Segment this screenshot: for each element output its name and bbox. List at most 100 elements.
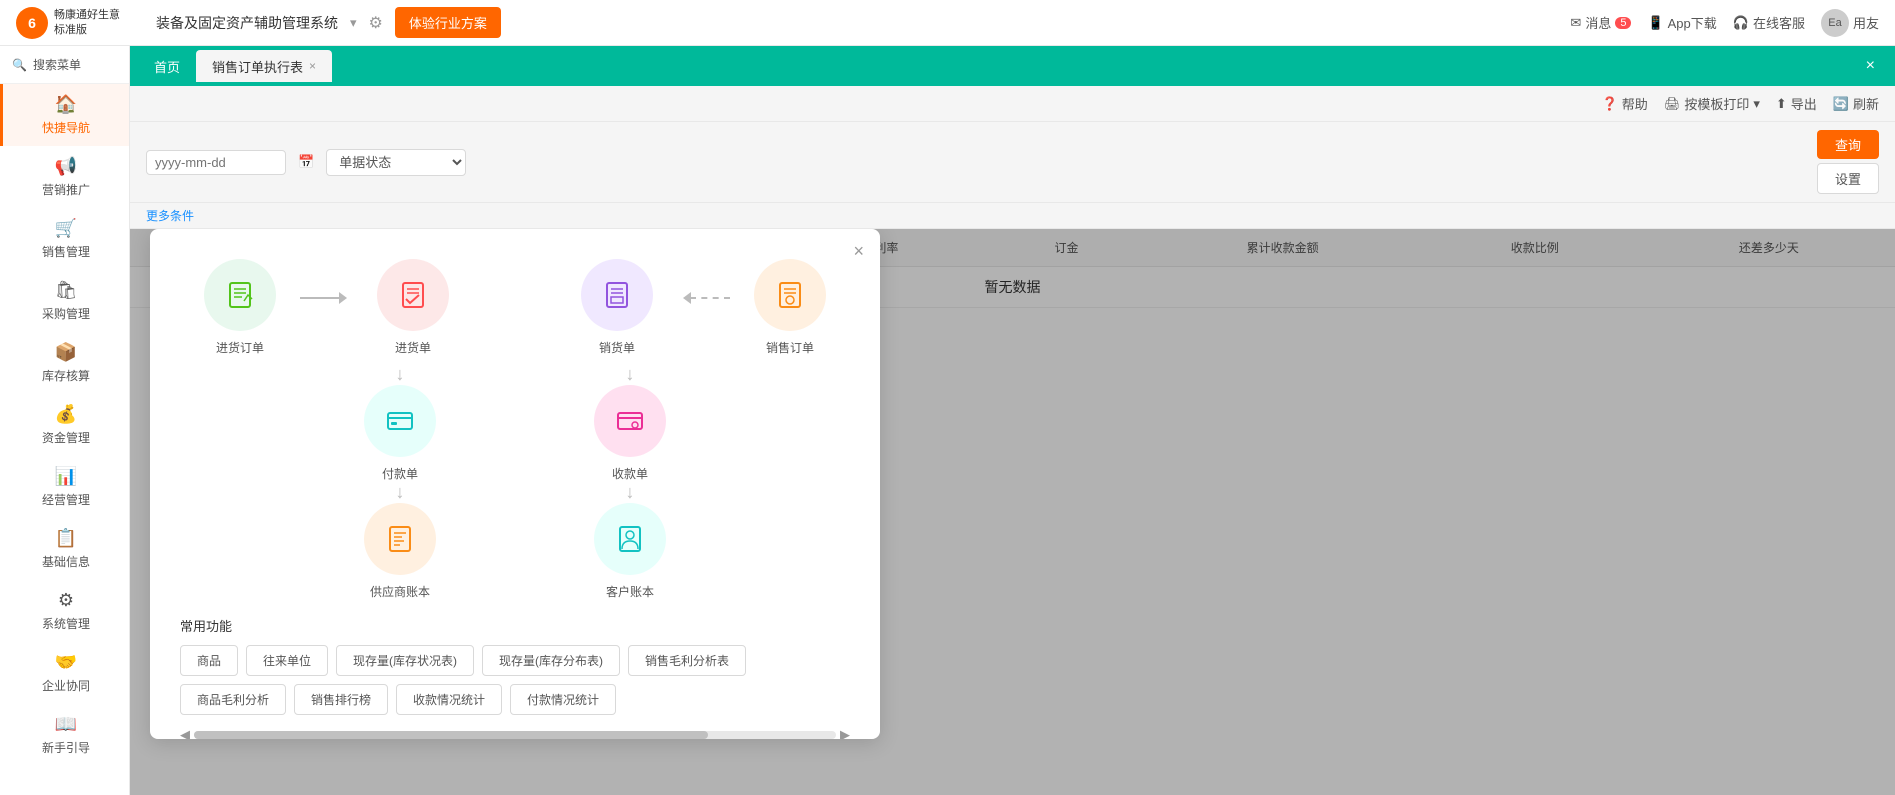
flow-receipt: 收款单 xyxy=(570,385,690,482)
print-button[interactable]: 🖨 按模板打印 ▾ xyxy=(1664,94,1760,113)
help-icon: ❓ xyxy=(1602,96,1618,112)
tab-close-icon[interactable]: × xyxy=(309,59,316,73)
modal-scrollbar[interactable]: ◀ ▶ xyxy=(180,727,850,739)
sales-bill-circle[interactable] xyxy=(581,259,653,331)
scroll-track xyxy=(194,731,836,739)
help-button[interactable]: ❓ 帮助 xyxy=(1602,94,1648,113)
purchase-bill-circle[interactable] xyxy=(377,259,449,331)
query-button[interactable]: 查询 xyxy=(1817,130,1879,159)
spacer3 xyxy=(460,364,570,385)
date-input[interactable] xyxy=(146,150,286,175)
search-bar: 📅 单据状态 查询 设置 xyxy=(130,122,1895,203)
print-icon: 🖨 xyxy=(1664,96,1681,112)
sidebar-item-quick-nav[interactable]: 🏠 快捷导航 xyxy=(0,84,129,146)
arrow-dashed-1 xyxy=(677,292,730,304)
flow-payment: 付款单 xyxy=(340,385,460,482)
scroll-left-icon[interactable]: ◀ xyxy=(180,727,190,739)
s4 xyxy=(690,482,730,503)
sidebar-item-label: 新手引导 xyxy=(42,739,90,756)
sidebar-search[interactable]: 🔍 搜索菜单 xyxy=(0,46,129,84)
common-btn-product[interactable]: 商品 xyxy=(180,645,238,676)
down-arrow-purchase: ↓ xyxy=(340,364,460,385)
export-button[interactable]: ⬆ 导出 xyxy=(1776,94,1817,113)
sidebar-item-label: 库存核算 xyxy=(42,367,90,384)
common-btn-payment-stat[interactable]: 付款情况统计 xyxy=(510,684,616,715)
common-functions-section: 常用功能 商品 往来单位 现存量(库存状况表) 现存量(库存分布表) 销售毛利分… xyxy=(180,616,850,715)
sidebar-item-label: 系统管理 xyxy=(42,615,90,632)
message-badge: 5 xyxy=(1615,17,1631,29)
down-arrow-sales: ↓ xyxy=(570,364,690,385)
sidebar-item-label: 资金管理 xyxy=(42,429,90,446)
flow-supplier-ledger: 供应商账本 xyxy=(340,503,460,600)
app-container: 6 畅康通好生意 标准版 装备及固定资产辅助管理系统 ▾ ⚙ 体验行业方案 ✉ … xyxy=(0,0,1895,795)
sidebar-item-label: 销售管理 xyxy=(42,243,90,260)
sidebar-item-operation[interactable]: 📊 经营管理 xyxy=(0,456,129,518)
tab-home[interactable]: 首页 xyxy=(138,50,196,82)
sidebar-item-base-info[interactable]: 📋 基础信息 xyxy=(0,518,129,580)
sidebar-item-inventory[interactable]: 📦 库存核算 xyxy=(0,332,129,394)
phone-icon: 📱 xyxy=(1647,15,1663,31)
sidebar-item-purchase[interactable]: 🛍 采购管理 xyxy=(0,270,129,332)
common-functions-title: 常用功能 xyxy=(180,616,850,635)
operation-icon: 📊 xyxy=(55,466,77,487)
common-btn-receipt-stat[interactable]: 收款情况统计 xyxy=(396,684,502,715)
page-toolbar: ❓ 帮助 🖨 按模板打印 ▾ ⬆ 导出 🔄 xyxy=(130,86,1895,122)
sidebar-items: 🏠 快捷导航 📢 营销推广 🛒 销售管理 🛍 采购管理 📦 库存核 xyxy=(0,84,129,795)
export-icon: ⬆ xyxy=(1776,96,1787,112)
settings-icon[interactable]: ⚙ xyxy=(369,13,383,33)
calendar-icon[interactable]: 📅 xyxy=(298,154,314,170)
sales-order-circle[interactable] xyxy=(754,259,826,331)
refresh-icon: 🔄 xyxy=(1833,96,1849,112)
page-inner: ❓ 帮助 🖨 按模板打印 ▾ ⬆ 导出 🔄 xyxy=(130,86,1895,795)
common-btn-sales-margin[interactable]: 销售毛利分析表 xyxy=(628,645,746,676)
customer-ledger-circle[interactable] xyxy=(594,503,666,575)
try-industry-button[interactable]: 体验行业方案 xyxy=(395,7,501,38)
flow-purchase-bill: 进货单 xyxy=(353,259,473,356)
payment-circle[interactable] xyxy=(364,385,436,457)
dropdown-icon[interactable]: ▾ xyxy=(350,15,357,31)
purchase-order-circle[interactable] xyxy=(204,259,276,331)
s3 xyxy=(460,482,570,503)
modal-overlay: × 进货订单 xyxy=(130,229,1895,795)
sidebar-item-marketing[interactable]: 📢 营销推广 xyxy=(0,146,129,208)
sidebar-item-finance[interactable]: 💰 资金管理 xyxy=(0,394,129,456)
set-button[interactable]: 设置 xyxy=(1817,163,1879,194)
online-service-button[interactable]: 🎧 在线客服 xyxy=(1733,13,1805,32)
common-btn-stock-status[interactable]: 现存量(库存状况表) xyxy=(336,645,474,676)
down-arrow-receipt: ↓ xyxy=(570,482,690,503)
sidebar-item-collab[interactable]: 🤝 企业协同 xyxy=(0,642,129,704)
flow-sales-order: 销售订单 xyxy=(730,259,850,356)
common-btn-product-margin[interactable]: 商品毛利分析 xyxy=(180,684,286,715)
system-title: 装备及固定资产辅助管理系统 xyxy=(156,13,338,33)
status-select[interactable]: 单据状态 xyxy=(326,149,466,176)
refresh-button[interactable]: 🔄 刷新 xyxy=(1833,94,1879,113)
common-btn-contact[interactable]: 往来单位 xyxy=(246,645,328,676)
app-download-button[interactable]: 📱 App下载 xyxy=(1647,13,1716,32)
scroll-right-icon[interactable]: ▶ xyxy=(840,727,850,739)
flow-down-arrows-row: ↓ ↓ xyxy=(180,364,850,385)
common-btn-sales-rank[interactable]: 销售排行榜 xyxy=(294,684,388,715)
message-icon: ✉ xyxy=(1570,15,1581,31)
flow-bottom-row: 供应商账本 客户账本 xyxy=(180,503,850,600)
message-button[interactable]: ✉ 消息 5 xyxy=(1570,13,1631,32)
print-dropdown-icon: ▾ xyxy=(1753,96,1760,112)
base-info-icon: 📋 xyxy=(55,528,77,549)
modal-close-button[interactable]: × xyxy=(853,241,864,262)
supplier-ledger-circle[interactable] xyxy=(364,503,436,575)
tab-sales-order[interactable]: 销售订单执行表 × xyxy=(196,50,332,82)
receipt-circle[interactable] xyxy=(594,385,666,457)
window-close-button[interactable]: × xyxy=(1854,57,1887,75)
sidebar-item-label: 采购管理 xyxy=(42,305,90,322)
search-icon: 🔍 xyxy=(12,58,27,72)
spacer2 xyxy=(300,364,340,385)
common-btn-stock-dist[interactable]: 现存量(库存分布表) xyxy=(482,645,620,676)
sidebar-item-system[interactable]: ⚙ 系统管理 xyxy=(0,580,129,642)
flow-sales-bill: 销货单 xyxy=(557,259,677,356)
guide-icon: 📖 xyxy=(55,714,77,735)
flow-top-row: 进货订单 xyxy=(180,259,850,356)
more-conditions-link[interactable]: 更多条件 xyxy=(146,209,194,223)
sidebar-item-sales[interactable]: 🛒 销售管理 xyxy=(0,208,129,270)
logo-text: 畅康通好生意 标准版 xyxy=(54,8,120,37)
sidebar-item-guide[interactable]: 📖 新手引导 xyxy=(0,704,129,766)
user-menu[interactable]: Ea 用友 xyxy=(1821,9,1879,37)
